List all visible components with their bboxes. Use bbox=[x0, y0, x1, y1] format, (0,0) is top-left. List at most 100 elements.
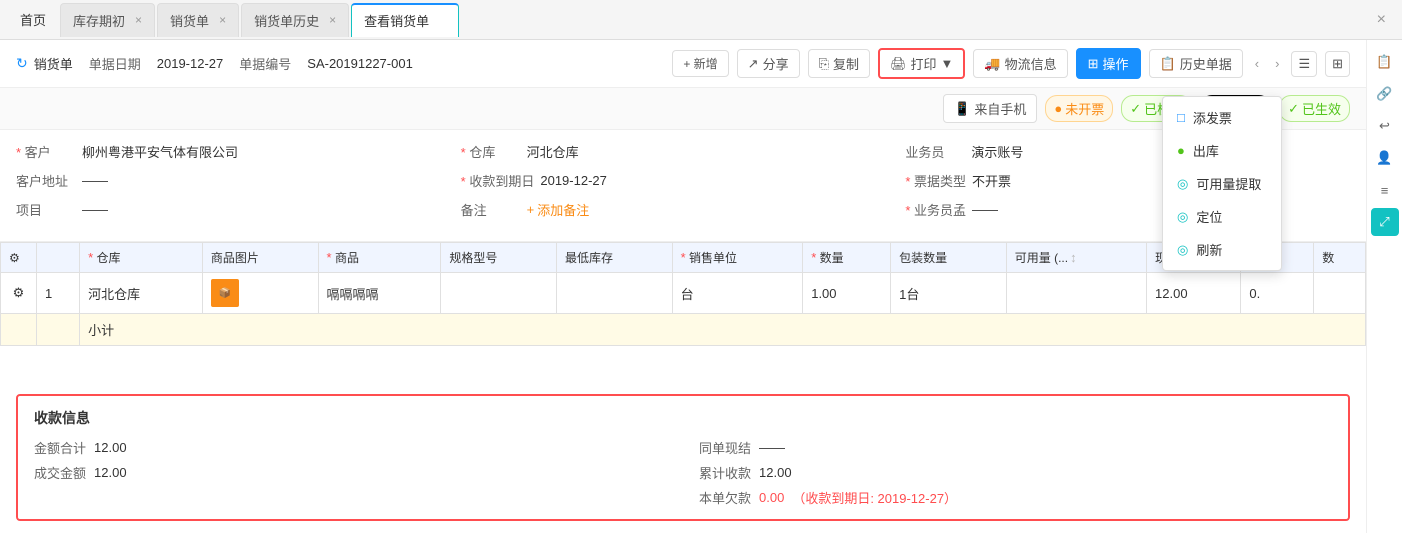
close-tab-sales[interactable]: × bbox=[219, 13, 226, 27]
col-pack-qty: 包装数量 bbox=[891, 243, 1007, 273]
locate-icon: ◎ bbox=[1177, 209, 1188, 225]
dropdown-add-invoice[interactable]: □ 添发票 bbox=[1163, 101, 1281, 134]
row-sales-unit: 台 bbox=[672, 273, 803, 314]
dropdown-outbound[interactable]: ● 出库 bbox=[1163, 134, 1281, 167]
sidebar-return-button[interactable]: ↩ bbox=[1371, 112, 1399, 140]
row-min-stock bbox=[556, 273, 672, 314]
operations-button[interactable]: ⊞ 操作 bbox=[1076, 48, 1141, 79]
bottom-panel: 收款信息 金额合计 12.00 成交金额 12.00 同单现结 bbox=[16, 394, 1350, 521]
print-dropdown-icon: ▼ bbox=[941, 56, 954, 71]
sidebar-clipboard-button[interactable]: 📋 bbox=[1371, 48, 1399, 76]
view-list-button[interactable]: ☰ bbox=[1291, 51, 1317, 77]
dropdown-refresh[interactable]: ◎ 刷新 bbox=[1163, 233, 1281, 266]
due-date-value[interactable]: 2019-12-27 bbox=[540, 173, 607, 188]
ops-label: 操作 bbox=[1103, 54, 1129, 73]
doc-type-icon: ↻ bbox=[16, 55, 28, 72]
note-label: 备注 bbox=[461, 200, 521, 219]
row-pack-qty: 1台 bbox=[891, 273, 1007, 314]
sidebar-expand-button[interactable]: ⤢ bbox=[1371, 208, 1399, 236]
project-label: 项目 bbox=[16, 200, 76, 219]
table-row: ⚙ 1 河北仓库 📦 嗝嗝嗝嗝 台 1.00 1台 12.00 bbox=[1, 273, 1366, 314]
bottom-left-col: 金额合计 12.00 成交金额 12.00 bbox=[34, 438, 667, 507]
form-row-3: 项目 —— 备注 + 添加备注 业务员孟 —— bbox=[16, 200, 1350, 219]
tab-sales-history[interactable]: 销货单历史 × bbox=[241, 3, 349, 37]
form-row-2: 客户地址 —— 收款到期日 2019-12-27 票据类型 不开票 bbox=[16, 171, 1350, 190]
warehouse-field: 仓库 河北仓库 bbox=[461, 142, 906, 161]
staff-label: 业务员 bbox=[905, 142, 965, 161]
history-label: 历史单据 bbox=[1180, 54, 1232, 73]
share-label: 分享 bbox=[763, 54, 789, 73]
product-thumbnail: 📦 bbox=[211, 279, 239, 307]
number-value: SA-20191227-001 bbox=[307, 56, 413, 71]
view-grid-button[interactable]: ⊞ bbox=[1325, 51, 1350, 77]
tab-inventory-init[interactable]: 库存期初 × bbox=[60, 3, 155, 37]
from-phone-label: 来自手机 bbox=[974, 99, 1026, 118]
date-label: 单据日期 bbox=[89, 54, 141, 73]
list-view-icon: ☰ bbox=[1298, 56, 1310, 72]
row-spec bbox=[441, 273, 557, 314]
print-button[interactable]: 🖨 打印 ▼ bbox=[878, 48, 965, 79]
sidebar-list-button[interactable]: ≡ bbox=[1371, 176, 1399, 204]
ticket-type-label: 票据类型 bbox=[905, 171, 966, 190]
effective-tag: ✓ 已生效 bbox=[1279, 95, 1350, 122]
col-warehouse: * 仓库 bbox=[80, 243, 203, 273]
subtotal-settings bbox=[1, 314, 37, 346]
col-spec: 规格型号 bbox=[441, 243, 557, 273]
date-value: 2019-12-27 bbox=[157, 56, 224, 71]
ticket-type-value[interactable]: 不开票 bbox=[972, 171, 1011, 190]
row-settings[interactable]: ⚙ bbox=[1, 273, 37, 314]
new-button[interactable]: + 新增 bbox=[672, 50, 728, 77]
total-amount-label: 金额合计 bbox=[34, 438, 86, 457]
tab-sales-order[interactable]: 销货单 × bbox=[157, 3, 239, 37]
col-min-stock: 最低库存 bbox=[556, 243, 672, 273]
sales-person-value: —— bbox=[972, 202, 998, 217]
sidebar-link-button[interactable]: 🔗 bbox=[1371, 80, 1399, 108]
nav-next[interactable]: › bbox=[1271, 54, 1283, 73]
warehouse-value[interactable]: 河北仓库 bbox=[527, 142, 579, 161]
due-date-label: 收款到期日 bbox=[461, 171, 535, 190]
doc-actions: + 新增 ↗ 分享 ⎘ 复制 🖨 打印 ▼ 🚚 物流信息 bbox=[672, 48, 1350, 79]
row-gear-icon[interactable]: ⚙ bbox=[13, 285, 25, 300]
col-sales-unit: * 销售单位 bbox=[672, 243, 803, 273]
from-phone-button[interactable]: 📱 来自手机 bbox=[943, 94, 1037, 123]
total-amount-row: 金额合计 12.00 bbox=[34, 438, 667, 457]
dropdown-locate[interactable]: ◎ 定位 bbox=[1163, 200, 1281, 233]
project-field: 项目 —— bbox=[16, 200, 461, 219]
close-tab-history[interactable]: × bbox=[329, 13, 336, 27]
history-icon: 📋 bbox=[1160, 56, 1176, 72]
tab-label-sales: 销货单 bbox=[170, 11, 209, 30]
customer-value[interactable]: 柳州粤港平安气体有限公司 bbox=[82, 142, 238, 161]
current-owed-label: 本单欠款 bbox=[699, 488, 751, 507]
close-tab-check[interactable]: × bbox=[439, 14, 446, 28]
link-icon: 🔗 bbox=[1376, 86, 1392, 102]
truck-icon: 🚚 bbox=[984, 56, 1000, 72]
add-note-button[interactable]: + 添加备注 bbox=[527, 200, 590, 219]
print-label: 打印 bbox=[911, 54, 937, 73]
logistics-button[interactable]: 🚚 物流信息 bbox=[973, 49, 1067, 78]
col-more: 数 bbox=[1314, 243, 1366, 273]
window-close-button[interactable]: × bbox=[1369, 7, 1394, 33]
staff-field: 业务员 演示账号 bbox=[905, 142, 1350, 161]
col-settings[interactable]: ⚙ bbox=[1, 243, 37, 273]
available-qty-icon: ◎ bbox=[1177, 176, 1188, 192]
history-button[interactable]: 📋 历史单据 bbox=[1149, 49, 1243, 78]
tab-home[interactable]: 首页 bbox=[8, 4, 58, 35]
deal-amount-label: 成交金额 bbox=[34, 463, 86, 482]
subtotal-index bbox=[37, 314, 80, 346]
address-value: —— bbox=[82, 173, 108, 188]
tab-check-sales[interactable]: 查看销货单 × bbox=[351, 3, 459, 37]
sidebar-user-button[interactable]: 👤 bbox=[1371, 144, 1399, 172]
share-button[interactable]: ↗ 分享 bbox=[737, 49, 800, 78]
dropdown-available-qty[interactable]: ◎ 可用量提取 bbox=[1163, 167, 1281, 200]
col-index bbox=[37, 243, 80, 273]
grid-view-icon: ⊞ bbox=[1332, 56, 1343, 72]
nav-prev[interactable]: ‹ bbox=[1251, 54, 1263, 73]
staff-value: 演示账号 bbox=[971, 142, 1023, 161]
copy-button[interactable]: ⎘ 复制 bbox=[808, 49, 870, 78]
same-order-settle-row: 同单现结 —— bbox=[699, 438, 1332, 457]
close-tab-inventory[interactable]: × bbox=[135, 13, 142, 27]
user-icon: 👤 bbox=[1376, 150, 1392, 166]
add-invoice-icon: □ bbox=[1177, 110, 1185, 125]
col-available: 可用量 (...↕ bbox=[1006, 243, 1146, 273]
row-product-image: 📦 bbox=[202, 273, 318, 314]
